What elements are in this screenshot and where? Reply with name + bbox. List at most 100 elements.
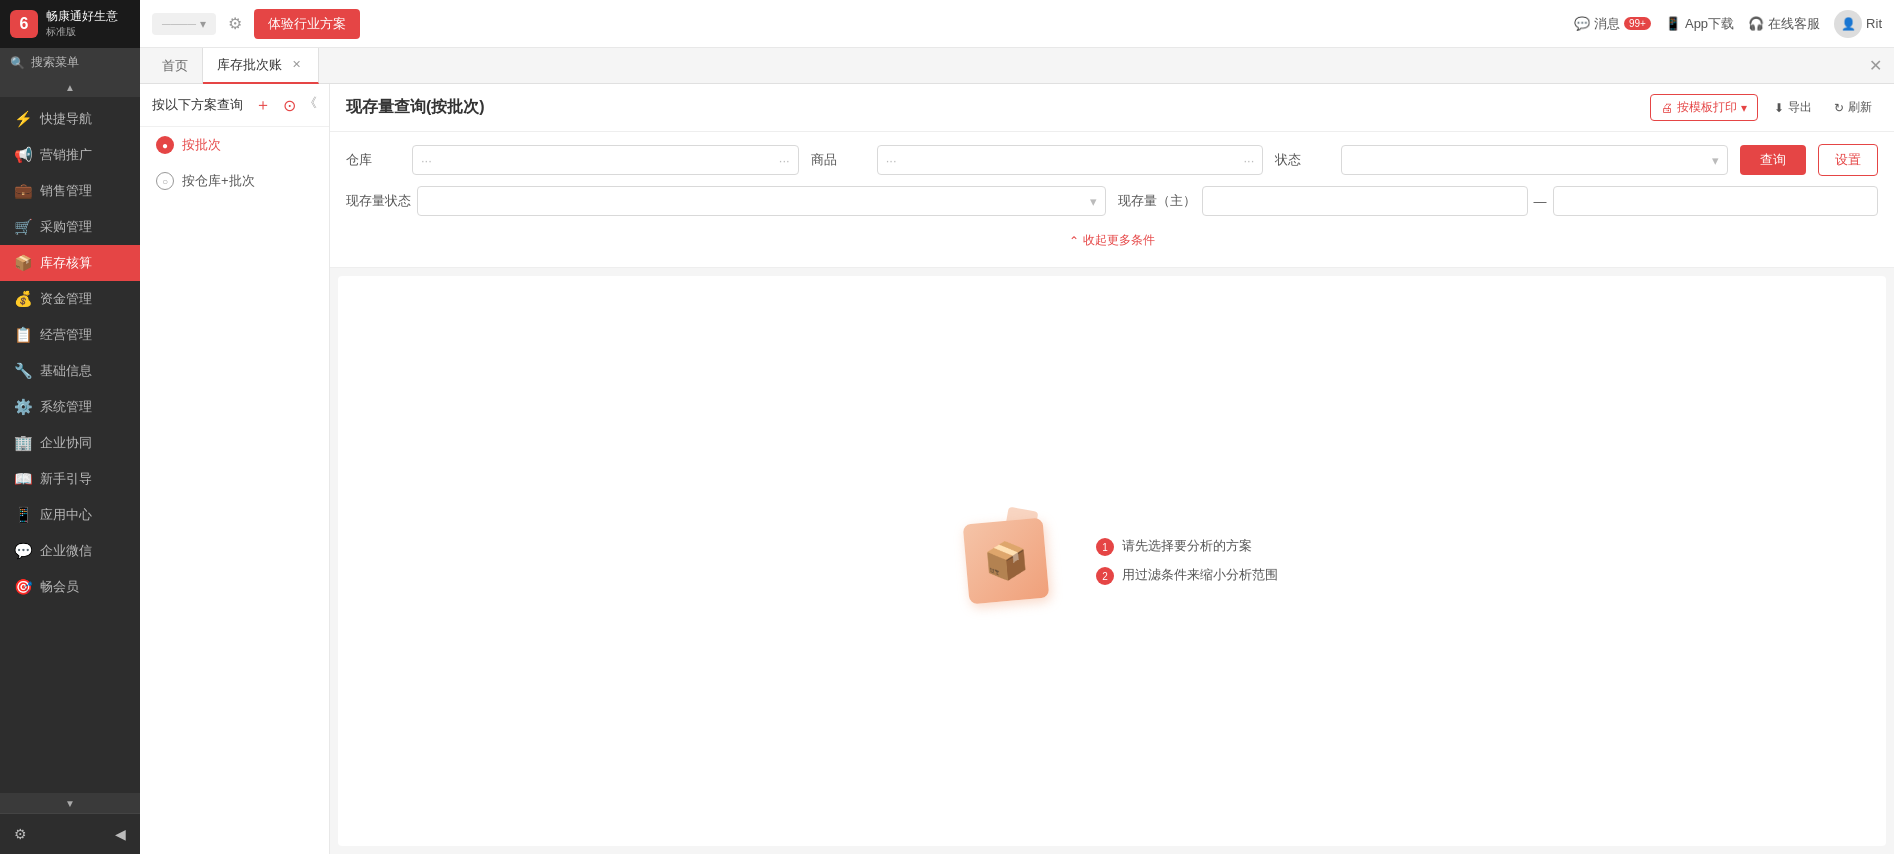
tabbar: 首页 库存批次账 ✕ ✕ — [140, 48, 1894, 84]
sidebar-item-member[interactable]: 🎯 畅会员 — [0, 569, 140, 605]
tab-home[interactable]: 首页 — [148, 48, 203, 84]
query-button[interactable]: 查询 — [1740, 145, 1806, 175]
page-title: 现存量查询(按批次) — [346, 97, 485, 118]
export-button[interactable]: ⬇ 导出 — [1768, 95, 1818, 120]
warehouse-batch-icon: ○ — [156, 172, 174, 190]
topbar: ──── ▾ ⚙ 体验行业方案 💬 消息 99+ 📱 App下载 🎧 在线客服 … — [140, 0, 1894, 48]
warehouse-condition: 仓库 ··· ··· — [346, 145, 799, 175]
hint-item-1: 1 请先选择要分析的方案 — [1096, 537, 1278, 556]
tab-inventory-batch[interactable]: 库存批次账 ✕ — [203, 48, 319, 84]
tab-close-icon[interactable]: ✕ — [288, 57, 304, 73]
online-service-button[interactable]: 🎧 在线客服 — [1748, 15, 1820, 33]
sidebar-item-basic[interactable]: 🔧 基础信息 — [0, 353, 140, 389]
sidebar-scroll-down[interactable]: ▼ — [0, 793, 140, 813]
quick-nav-icon: ⚡ — [14, 110, 32, 128]
sidebar-item-appstore[interactable]: 📱 应用中心 — [0, 497, 140, 533]
basic-icon: 🔧 — [14, 362, 32, 380]
hint-text-1: 请先选择要分析的方案 — [1122, 537, 1252, 555]
hint-text-2: 用过滤条件来缩小分析范围 — [1122, 566, 1278, 584]
sidebar-item-finance[interactable]: 💰 资金管理 — [0, 281, 140, 317]
appstore-icon: 📱 — [14, 506, 32, 524]
warehouse-input-placeholder: ··· — [421, 153, 432, 168]
sidebar-app-subtitle: 标准版 — [46, 25, 118, 39]
filter-collapse-button[interactable]: 《 — [304, 94, 317, 116]
batch-icon: ● — [156, 136, 174, 154]
message-icon: 💬 — [1574, 16, 1590, 31]
sidebar-collapse-button[interactable]: ◀ — [111, 822, 130, 846]
status-label: 状态 — [1275, 151, 1335, 169]
sidebar-item-wechat[interactable]: 💬 企业微信 — [0, 533, 140, 569]
marketing-icon: 📢 — [14, 146, 32, 164]
status-select[interactable]: ▾ — [1341, 145, 1728, 175]
operation-icon: 📋 — [14, 326, 32, 344]
messages-badge: 99+ — [1624, 17, 1651, 30]
hint-item-2: 2 用过滤条件来缩小分析范围 — [1096, 566, 1278, 585]
sidebar-item-purchase[interactable]: 🛒 采购管理 — [0, 209, 140, 245]
user-menu[interactable]: 👤 Rit — [1834, 10, 1882, 38]
sidebar: 6 畅康通好生意 标准版 🔍 搜索菜单 ▲ ⚡ 快捷导航 📢 营销推广 💼 销售… — [0, 0, 140, 854]
conditions-row-2: 现存量状态 ▾ 现存量（主） — — [346, 186, 1878, 216]
empty-box: 📦 — [963, 518, 1050, 605]
inventory-icon: 📦 — [14, 254, 32, 272]
empty-hints: 1 请先选择要分析的方案 2 用过滤条件来缩小分析范围 — [1096, 537, 1278, 585]
query-area: 现存量查询(按批次) 🖨 按模板打印 ▾ ⬇ 导出 ↻ 刷新 — [330, 84, 1894, 854]
sidebar-search[interactable]: 🔍 搜索菜单 — [0, 48, 140, 77]
tabbar-close-icon[interactable]: ✕ — [1865, 52, 1886, 79]
sidebar-item-operation[interactable]: 📋 经营管理 — [0, 317, 140, 353]
collapse-arrow-icon: ⌃ — [1069, 234, 1079, 248]
goods-input-placeholder: ··· — [886, 153, 897, 168]
query-header: 现存量查询(按批次) 🖨 按模板打印 ▾ ⬇ 导出 ↻ 刷新 — [330, 84, 1894, 132]
filter-item-by-batch[interactable]: ● 按批次 — [140, 127, 329, 163]
sidebar-item-quick-nav[interactable]: ⚡ 快捷导航 — [0, 101, 140, 137]
sidebar-app-title: 畅康通好生意 — [46, 9, 118, 25]
sidebar-item-inventory[interactable]: 📦 库存核算 — [0, 245, 140, 281]
page-content: 按以下方案查询 ＋ ⊙ 《 ● 按批次 ○ 按仓库+批次 现存量查询(按批次) — [140, 84, 1894, 854]
sidebar-item-marketing[interactable]: 📢 营销推广 — [0, 137, 140, 173]
export-icon: ⬇ — [1774, 101, 1784, 115]
stock-qty-label: 现存量（主） — [1118, 192, 1196, 210]
sidebar-item-enterprise[interactable]: 🏢 企业协同 — [0, 425, 140, 461]
purchase-icon: 🛒 — [14, 218, 32, 236]
goods-input-dots-icon: ··· — [1244, 153, 1255, 168]
warehouse-input[interactable]: ··· ··· — [412, 145, 799, 175]
search-icon: 🔍 — [10, 56, 25, 70]
empty-state: 📦 1 请先选择要分析的方案 2 用过滤条件来缩小分析范围 — [338, 276, 1886, 846]
stock-qty-dash: — — [1534, 194, 1547, 209]
printer-icon: 🖨 — [1661, 101, 1673, 115]
stock-status-select[interactable]: ▾ — [417, 186, 1106, 216]
goods-label: 商品 — [811, 151, 871, 169]
system-icon: ⚙️ — [14, 398, 32, 416]
sidebar-item-sales[interactable]: 💼 销售管理 — [0, 173, 140, 209]
filter-item-by-warehouse-batch[interactable]: ○ 按仓库+批次 — [140, 163, 329, 199]
stock-qty-min-input[interactable] — [1202, 186, 1528, 216]
filter-settings-button[interactable]: ⊙ — [278, 94, 300, 116]
refresh-button[interactable]: ↻ 刷新 — [1828, 95, 1878, 120]
search-conditions: 仓库 ··· ··· 商品 ··· ··· 状态 — [330, 132, 1894, 268]
trial-btn[interactable]: 体验行业方案 — [254, 9, 360, 39]
stock-qty-max-input[interactable] — [1553, 186, 1879, 216]
filter-add-button[interactable]: ＋ — [252, 94, 274, 116]
filter-panel-header: 按以下方案查询 ＋ ⊙ 《 — [140, 84, 329, 127]
refresh-icon: ↻ — [1834, 101, 1844, 115]
messages-button[interactable]: 💬 消息 99+ — [1574, 15, 1651, 33]
sidebar-item-system[interactable]: ⚙️ 系统管理 — [0, 389, 140, 425]
filter-panel-title: 按以下方案查询 — [152, 96, 243, 114]
finance-icon: 💰 — [14, 290, 32, 308]
sidebar-footer: ⚙ ◀ — [0, 813, 140, 854]
empty-illustration: 📦 — [946, 501, 1066, 621]
filter-by-batch-label: 按批次 — [182, 136, 221, 154]
status-condition: 状态 ▾ — [1275, 145, 1728, 175]
collapse-conditions-button[interactable]: ⌃ 收起更多条件 — [346, 226, 1878, 255]
topbar-gear-icon[interactable]: ⚙ — [224, 10, 246, 37]
guide-icon: 📖 — [14, 470, 32, 488]
goods-condition: 商品 ··· ··· — [811, 145, 1264, 175]
sidebar-item-guide[interactable]: 📖 新手引导 — [0, 461, 140, 497]
print-button[interactable]: 🖨 按模板打印 ▾ — [1650, 94, 1758, 121]
app-download-button[interactable]: 📱 App下载 — [1665, 15, 1734, 33]
topbar-breadcrumb[interactable]: ──── ▾ — [152, 13, 216, 35]
settings-button[interactable]: 设置 — [1818, 144, 1878, 176]
stock-status-arrow-icon: ▾ — [1090, 194, 1097, 209]
goods-input[interactable]: ··· ··· — [877, 145, 1264, 175]
sidebar-scroll-up[interactable]: ▲ — [0, 77, 140, 97]
sidebar-settings-button[interactable]: ⚙ — [10, 822, 31, 846]
